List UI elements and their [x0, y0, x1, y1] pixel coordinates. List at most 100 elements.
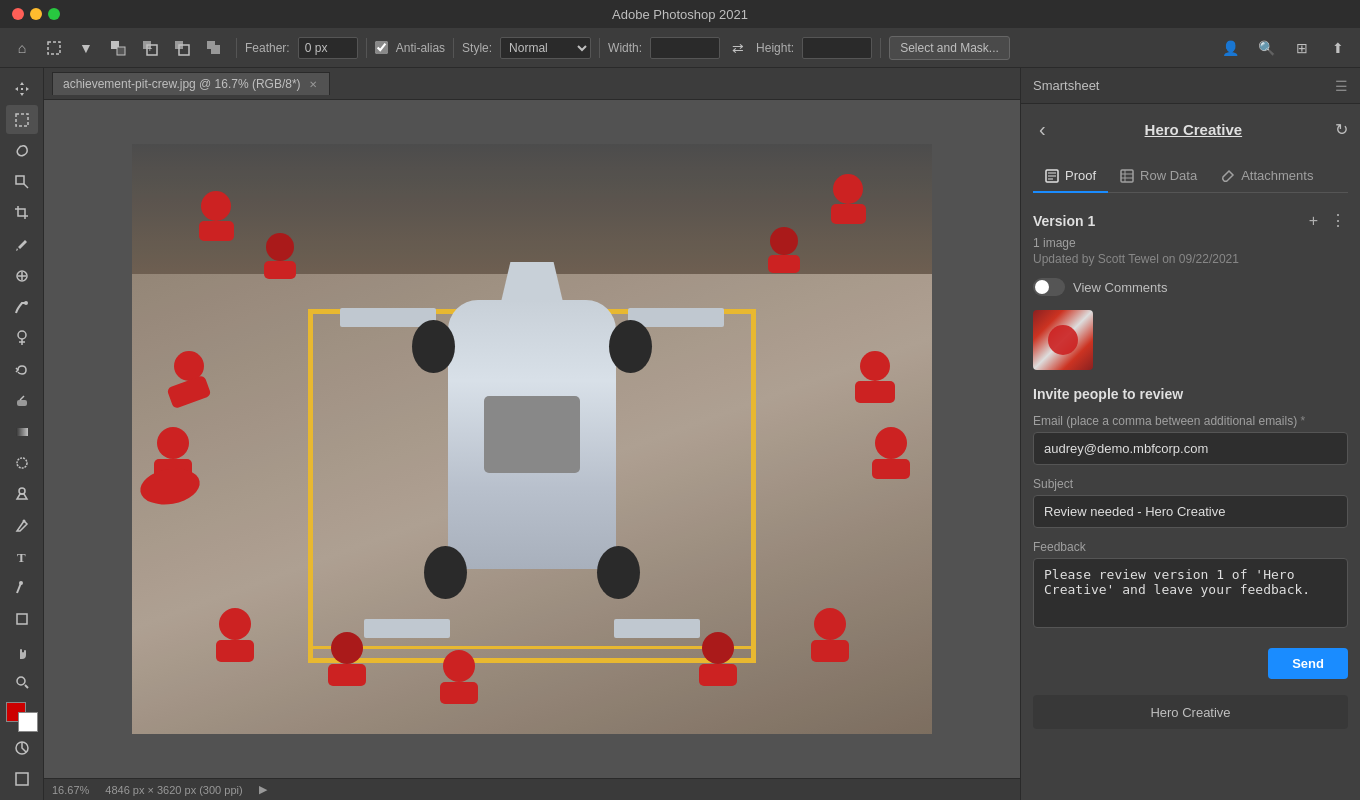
height-input[interactable]: [802, 37, 872, 59]
panel-menu-icon[interactable]: ☰: [1335, 78, 1348, 94]
clone-stamp-tool[interactable]: [6, 324, 38, 353]
svg-point-18: [17, 458, 27, 468]
svg-rect-28: [1121, 170, 1133, 182]
quick-mask-icon[interactable]: [6, 734, 38, 763]
proof-thumbnail[interactable]: [1033, 310, 1093, 370]
history-brush-tool[interactable]: [6, 355, 38, 384]
intersect-selection-icon[interactable]: [200, 34, 228, 62]
eyedropper-tool[interactable]: [6, 230, 38, 259]
row-data-tab-label: Row Data: [1140, 168, 1197, 183]
maximize-button[interactable]: [48, 8, 60, 20]
eraser-tool[interactable]: [6, 386, 38, 415]
toolbar-option-icon[interactable]: ▼: [72, 34, 100, 62]
svg-text:+: +: [147, 44, 152, 54]
svg-rect-12: [16, 176, 24, 184]
canvas-tab-close-icon[interactable]: ✕: [307, 78, 319, 90]
search-icon[interactable]: 🔍: [1252, 34, 1280, 62]
home-icon[interactable]: ⌂: [8, 34, 36, 62]
svg-point-22: [19, 581, 23, 585]
send-button[interactable]: Send: [1268, 648, 1348, 679]
marquee-options-icon[interactable]: [40, 34, 68, 62]
tab-attachments[interactable]: Attachments: [1209, 159, 1325, 193]
canvas-tab-label: achievement-pit-crew.jpg @ 16.7% (RGB/8*…: [63, 77, 301, 91]
swap-dimensions-icon[interactable]: ⇄: [724, 34, 752, 62]
version-title: Version 1: [1033, 213, 1095, 229]
feather-input[interactable]: [298, 37, 358, 59]
canvas-tab-bar: achievement-pit-crew.jpg @ 16.7% (RGB/8*…: [44, 68, 1020, 100]
pen-tool[interactable]: [6, 511, 38, 540]
hand-tool[interactable]: [6, 636, 38, 665]
svg-point-14: [24, 301, 28, 305]
move-tool[interactable]: [6, 74, 38, 103]
divider-2: [366, 38, 367, 58]
refresh-icon[interactable]: ↻: [1335, 120, 1348, 139]
svg-point-24: [17, 677, 25, 685]
screen-mode-icon[interactable]: [6, 765, 38, 794]
left-toolbar: T: [0, 68, 44, 800]
healing-brush-tool[interactable]: [6, 261, 38, 290]
workspace-icon[interactable]: ⊞: [1288, 34, 1316, 62]
canvas-status-bar: 16.67% 4846 px × 3620 px (300 ppi) ▶: [44, 778, 1020, 800]
foreground-color-icon[interactable]: [6, 702, 38, 731]
panel-header-title: Smartsheet: [1033, 78, 1099, 93]
crop-tool[interactable]: [6, 199, 38, 228]
zoom-tool[interactable]: [6, 667, 38, 696]
email-required: *: [1300, 414, 1305, 428]
svg-rect-23: [17, 614, 27, 624]
feather-label: Feather:: [245, 41, 290, 55]
version-image-count: 1 image: [1033, 236, 1348, 250]
canvas-tab[interactable]: achievement-pit-crew.jpg @ 16.7% (RGB/8*…: [52, 72, 330, 95]
subject-input[interactable]: [1033, 495, 1348, 528]
version-add-button[interactable]: +: [1307, 209, 1320, 232]
canvas-content[interactable]: [44, 100, 1020, 778]
shape-tool[interactable]: [6, 605, 38, 634]
add-selection-icon[interactable]: +: [136, 34, 164, 62]
zoom-level: 16.67%: [52, 784, 89, 796]
svg-point-20: [22, 519, 25, 522]
gradient-tool[interactable]: [6, 417, 38, 446]
main-area: T achievement-pit-crew.jpg @ 16.7% (RGB: [0, 68, 1360, 800]
feedback-input[interactable]: Please review version 1 of 'Hero Creativ…: [1033, 558, 1348, 628]
svg-rect-16: [17, 400, 27, 406]
svg-rect-17: [16, 428, 28, 436]
object-selection-tool[interactable]: [6, 168, 38, 197]
lasso-tool[interactable]: [6, 136, 38, 165]
svg-rect-0: [48, 42, 60, 54]
subtract-selection-icon[interactable]: [168, 34, 196, 62]
tab-row-data[interactable]: Row Data: [1108, 159, 1209, 193]
svg-point-19: [19, 488, 25, 494]
select-and-mask-button[interactable]: Select and Mask...: [889, 36, 1010, 60]
minimize-button[interactable]: [30, 8, 42, 20]
version-more-button[interactable]: ⋮: [1328, 209, 1348, 232]
style-label: Style:: [462, 41, 492, 55]
view-comments-toggle[interactable]: [1033, 278, 1065, 296]
text-tool[interactable]: T: [6, 542, 38, 571]
path-selection-tool[interactable]: [6, 574, 38, 603]
invite-title: Invite people to review: [1033, 386, 1348, 402]
svg-rect-26: [16, 773, 28, 785]
close-button[interactable]: [12, 8, 24, 20]
svg-text:T: T: [17, 550, 26, 565]
smartsheet-panel: Smartsheet ☰ ‹ Hero Creative ↻: [1020, 68, 1360, 800]
brush-tool[interactable]: [6, 293, 38, 322]
style-select[interactable]: Normal Fixed Ratio Fixed Size: [500, 37, 591, 59]
window-controls[interactable]: [12, 8, 60, 20]
dodge-tool[interactable]: [6, 480, 38, 509]
marquee-tool[interactable]: [6, 105, 38, 134]
blur-tool[interactable]: [6, 449, 38, 478]
panel-content: ‹ Hero Creative ↻ Proof: [1021, 104, 1360, 800]
email-input[interactable]: [1033, 432, 1348, 465]
width-input[interactable]: [650, 37, 720, 59]
anti-alias-checkbox[interactable]: [375, 41, 388, 54]
new-selection-icon[interactable]: [104, 34, 132, 62]
version-header: Version 1 + ⋮: [1033, 209, 1348, 232]
panel-footer: Hero Creative: [1033, 695, 1348, 729]
feedback-label: Feedback: [1033, 540, 1348, 554]
canvas-info-arrow[interactable]: ▶: [259, 783, 267, 796]
account-icon[interactable]: 👤: [1216, 34, 1244, 62]
canvas-image: [132, 144, 932, 734]
tab-proof[interactable]: Proof: [1033, 159, 1108, 193]
share-icon[interactable]: ⬆: [1324, 34, 1352, 62]
svg-rect-9: [211, 45, 220, 54]
back-button[interactable]: ‹: [1033, 116, 1052, 143]
